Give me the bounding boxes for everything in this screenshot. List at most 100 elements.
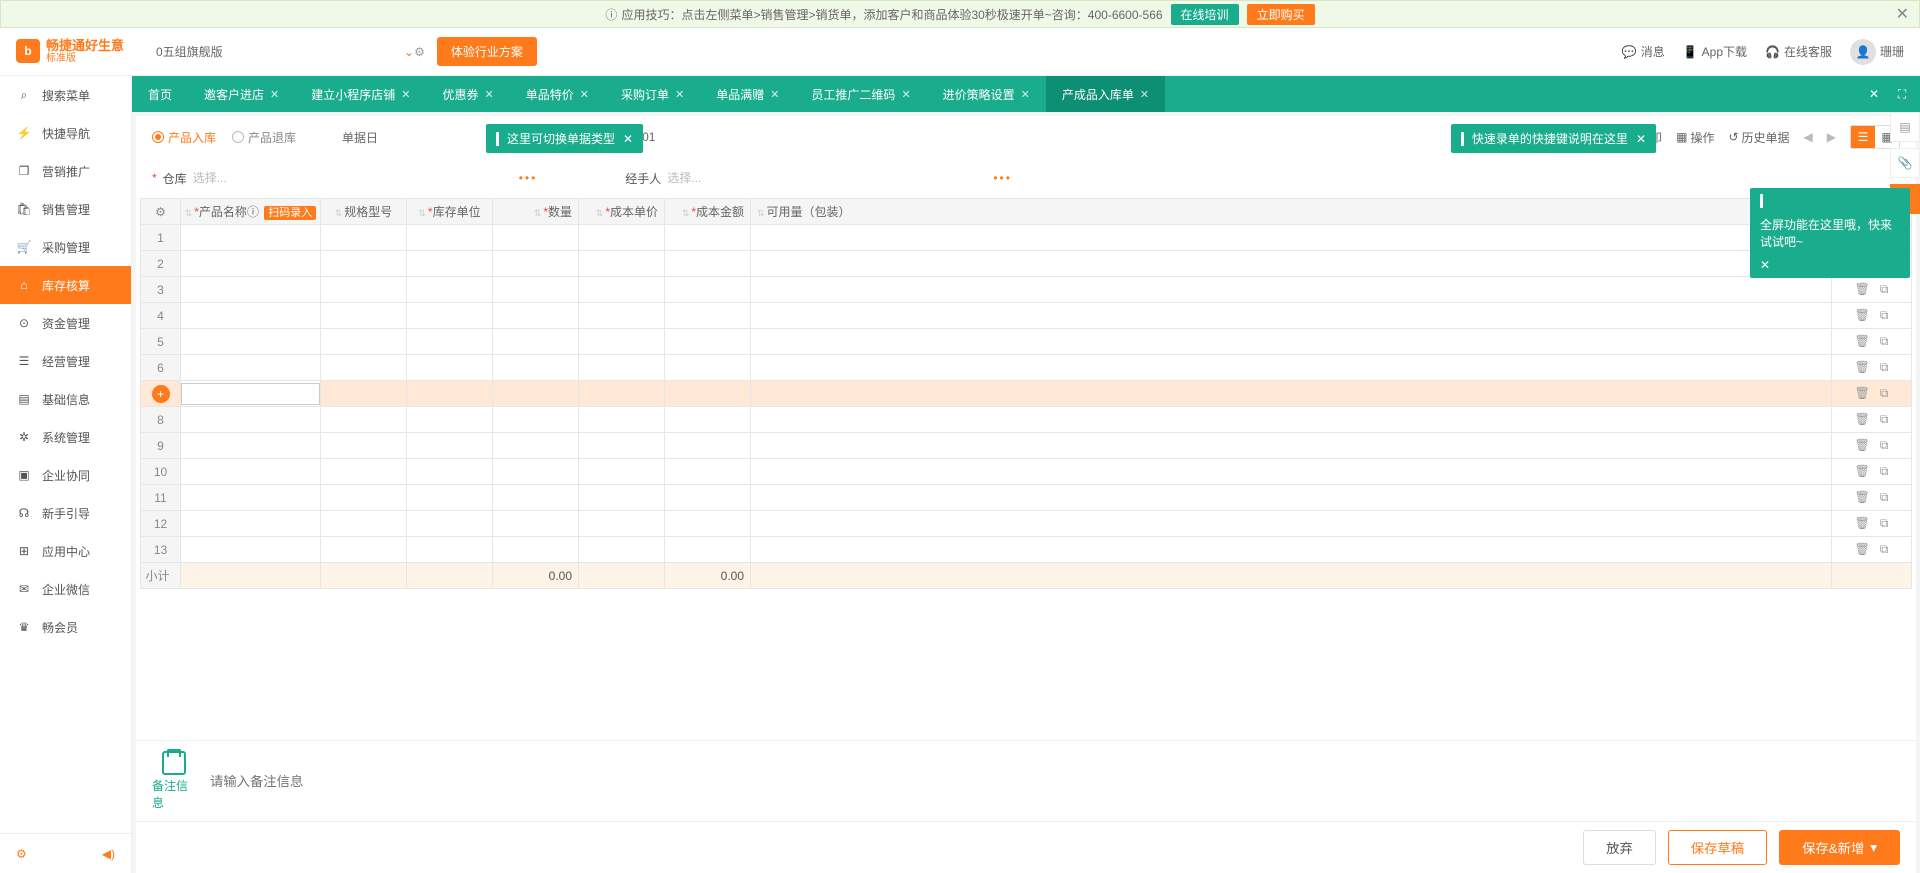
more-icon[interactable]: ••• [519,171,538,185]
delete-row-icon[interactable]: 🗑 [1855,490,1870,505]
copy-row-icon[interactable]: ⧉ [1880,360,1889,375]
scan-tag[interactable]: 扫码录入 [264,206,316,220]
table-row[interactable]: 4🗑⧉ [141,303,1912,329]
next-icon[interactable]: ▶ [1827,130,1836,144]
online-training-button[interactable]: 在线培训 [1171,4,1239,25]
org-settings-icon[interactable]: ⚙ [414,45,425,59]
copy-row-icon[interactable]: ⧉ [1880,464,1889,479]
tab[interactable]: 进价策略设置✕ [927,76,1046,112]
copy-row-icon[interactable]: ⧉ [1880,490,1889,505]
sidebar-item[interactable]: ▤基础信息 [0,380,131,418]
delete-row-icon[interactable]: 🗑 [1855,464,1870,479]
sidebar-item[interactable]: ☰经营管理 [0,342,131,380]
copy-row-icon[interactable]: ⧉ [1880,542,1889,557]
rail-note-icon[interactable]: ▤ [1890,112,1920,142]
delete-row-icon[interactable]: 🗑 [1855,542,1870,557]
table-row[interactable]: + 🗑 ⧉ [141,381,1912,407]
tab[interactable]: 单品满赠✕ [700,76,795,112]
collapse-icon[interactable]: ◀) [102,847,115,861]
col-unit[interactable]: ⇅*库存单位 [407,199,493,225]
banner-close-icon[interactable]: ✕ [1896,4,1909,24]
tab[interactable]: 采购订单✕ [605,76,700,112]
table-row[interactable]: 5🗑⧉ [141,329,1912,355]
col-price[interactable]: ⇅*成本单价 [579,199,665,225]
table-row[interactable]: 10🗑⧉ [141,459,1912,485]
doc-type-out-radio[interactable]: 产品退库 [232,129,296,146]
sidebar-item[interactable]: ⚡快捷导航 [0,114,131,152]
copy-row-icon[interactable]: ⧉ [1880,386,1889,401]
settings-icon[interactable]: ⚙ [16,847,27,861]
tab-close-icon[interactable]: ✕ [270,88,279,101]
delete-row-icon[interactable]: 🗑 [1855,308,1870,323]
sidebar-item[interactable]: ▣企业协同 [0,456,131,494]
table-row[interactable]: 13🗑⧉ [141,537,1912,563]
sidebar-item[interactable]: ✲系统管理 [0,418,131,456]
tab[interactable]: 产成品入库单✕ [1046,76,1165,112]
tab[interactable]: 员工推广二维码✕ [795,76,926,112]
delete-row-icon[interactable]: 🗑 [1855,438,1870,453]
rail-attach-icon[interactable]: 📎 [1890,148,1920,178]
save-new-button[interactable]: 保存&新增▾ [1779,830,1900,865]
tabs-close-all-icon[interactable]: ✕ [1862,82,1886,106]
tabs-expand-icon[interactable]: ⛶ [1890,82,1914,106]
buy-now-button[interactable]: 立即购买 [1247,4,1315,25]
tab[interactable]: 邀客户进店✕ [188,76,295,112]
user-menu[interactable]: 👤 珊珊 [1850,39,1904,65]
col-amount[interactable]: ⇅*成本金额 [665,199,751,225]
save-draft-button[interactable]: 保存草稿 [1668,830,1767,865]
tab[interactable]: 单品特价✕ [510,76,605,112]
sidebar-item[interactable]: ♛畅会员 [0,608,131,646]
tab-close-icon[interactable]: ✕ [401,88,410,101]
messages-link[interactable]: 💬消息 [1622,43,1665,60]
delete-row-icon[interactable]: 🗑 [1855,516,1870,531]
tab-close-icon[interactable]: ✕ [675,88,684,101]
copy-row-icon[interactable]: ⧉ [1880,412,1889,427]
table-row[interactable]: 2🗑⧉ [141,251,1912,277]
table-row[interactable]: 6🗑⧉ [141,355,1912,381]
copy-row-icon[interactable]: ⧉ [1880,334,1889,349]
copy-row-icon[interactable]: ⧉ [1880,438,1889,453]
sidebar-item[interactable]: ❐营销推广 [0,152,131,190]
col-product[interactable]: ⇅*产品名称ⓘ 扫码录入 [181,199,321,225]
app-download-link[interactable]: 📱App下载 [1683,43,1747,60]
copy-row-icon[interactable]: ⧉ [1880,308,1889,323]
tooltip-close-icon[interactable]: ✕ [1636,132,1646,146]
tab[interactable]: 建立小程序店铺✕ [295,76,426,112]
operate-button[interactable]: ▦操作 [1676,129,1714,146]
table-row[interactable]: 9🗑⧉ [141,433,1912,459]
customer-service-link[interactable]: 🎧在线客服 [1765,43,1832,60]
more-icon[interactable]: ••• [993,171,1012,185]
table-row[interactable]: 3🗑⧉ [141,277,1912,303]
sidebar-item[interactable]: ⌕搜索菜单 [0,76,131,114]
tooltip-close-icon[interactable]: ✕ [623,132,633,146]
sidebar-item[interactable]: ☊新手引导 [0,494,131,532]
sidebar-item[interactable]: ⌂库存核算 [0,266,131,304]
doc-type-in-radio[interactable]: 产品入库 [152,129,216,146]
discard-button[interactable]: 放弃 [1583,830,1656,865]
copy-row-icon[interactable]: ⧉ [1880,516,1889,531]
col-available[interactable]: ⇅可用量（包装） [751,199,1832,225]
handler-field[interactable]: 经手人 选择... ••• [625,169,1012,187]
tab-close-icon[interactable]: ✕ [770,88,779,101]
product-input[interactable] [181,383,320,405]
tab-close-icon[interactable]: ✕ [1021,88,1030,101]
copy-row-icon[interactable]: ⧉ [1880,282,1889,297]
tab-close-icon[interactable]: ✕ [1140,88,1149,101]
tab[interactable]: 首页 [132,76,188,112]
trial-button[interactable]: 体验行业方案 [437,37,537,66]
tooltip-close-icon[interactable]: ✕ [1760,258,1770,272]
history-button[interactable]: ↺历史单据 [1728,129,1789,146]
col-spec[interactable]: ⇅规格型号 [321,199,407,225]
delete-row-icon[interactable]: 🗑 [1855,412,1870,427]
tab-close-icon[interactable]: ✕ [580,88,589,101]
sidebar-item[interactable]: ✉企业微信 [0,570,131,608]
sidebar-item[interactable]: ⊞应用中心 [0,532,131,570]
org-selector[interactable]: 0五组旗舰版 ⌄ [156,43,414,61]
delete-row-icon[interactable]: 🗑 [1855,334,1870,349]
sidebar-item[interactable]: ⊙资金管理 [0,304,131,342]
table-row[interactable]: 8🗑⧉ [141,407,1912,433]
delete-row-icon[interactable]: 🗑 [1855,386,1870,401]
tab-close-icon[interactable]: ✕ [485,88,494,101]
delete-row-icon[interactable]: 🗑 [1855,282,1870,297]
add-row-icon[interactable]: + [152,385,170,403]
